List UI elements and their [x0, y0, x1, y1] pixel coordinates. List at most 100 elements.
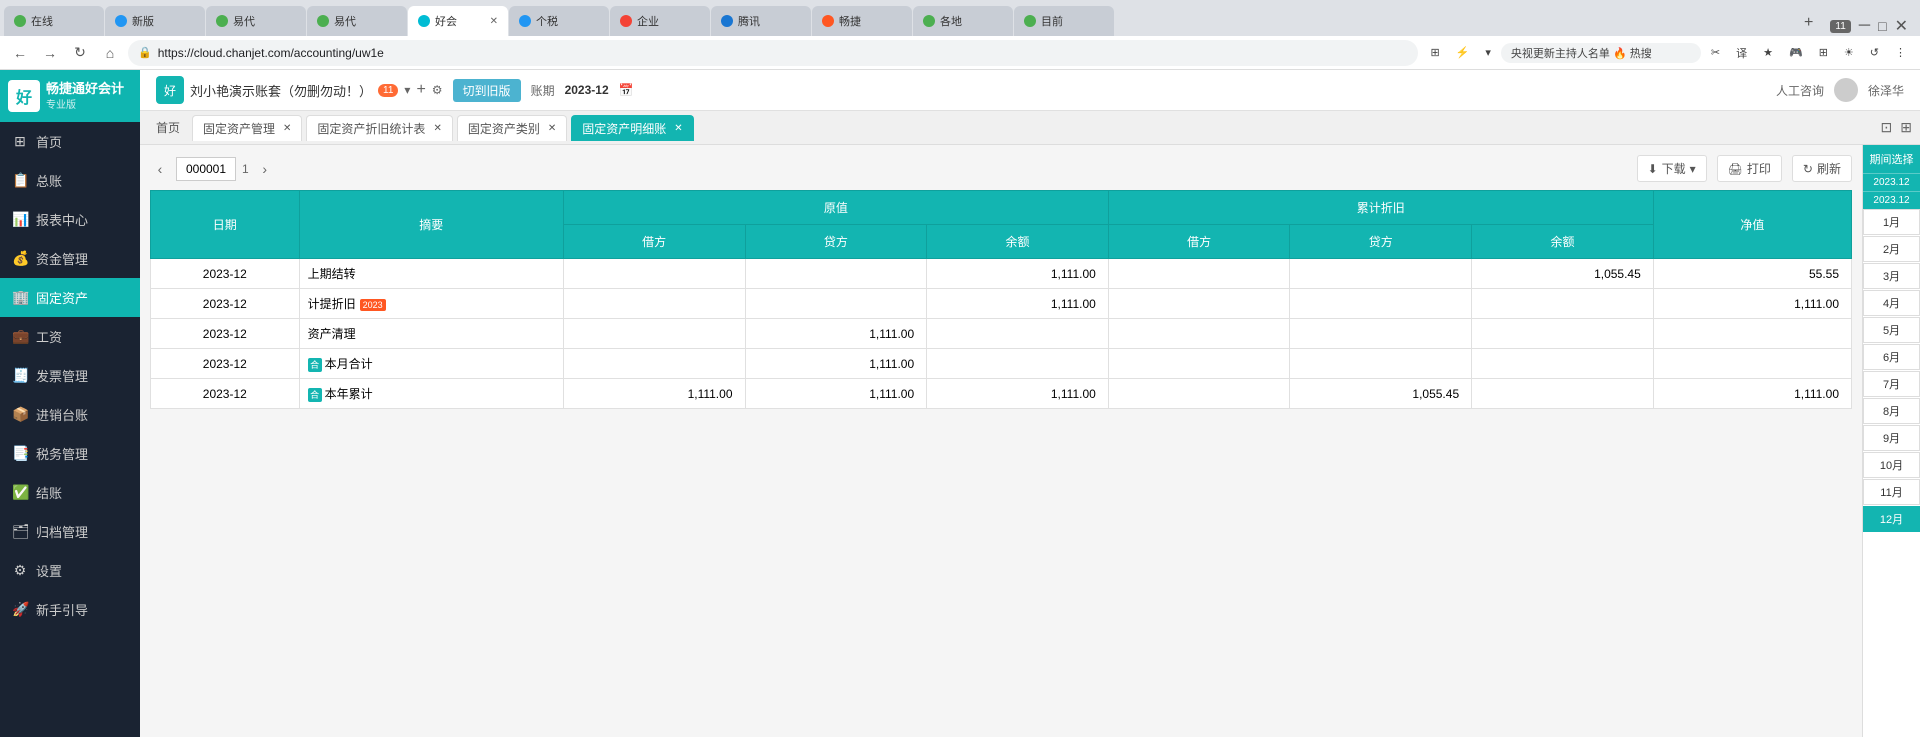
more-menu[interactable]: ⋮: [1889, 44, 1912, 61]
browser-tab-tab6[interactable]: 个税: [509, 6, 609, 36]
period-month-6月[interactable]: 6月: [1863, 344, 1920, 370]
tab-category-close[interactable]: ✕: [548, 123, 556, 134]
period-month-5月[interactable]: 5月: [1863, 317, 1920, 343]
prev-page-btn[interactable]: ‹: [150, 159, 170, 179]
tab-depreciation-stats[interactable]: 固定资产折旧统计表 ✕: [306, 115, 452, 141]
sidebar-item-home[interactable]: ⊞首页: [0, 122, 140, 161]
account-dropdown[interactable]: ▾: [404, 83, 410, 97]
period-month-12月[interactable]: 12月: [1863, 506, 1920, 532]
calendar-icon[interactable]: 📅: [619, 83, 634, 97]
tab-home[interactable]: 首页: [148, 115, 188, 140]
browser-tab-tab11[interactable]: 目前: [1014, 6, 1114, 36]
tab-asset-category[interactable]: 固定资产类别 ✕: [457, 115, 567, 141]
sidebar-icon-salary: 💼: [12, 328, 28, 345]
cut-icon[interactable]: ✂: [1705, 44, 1726, 61]
sidebar-item-general-ledger[interactable]: 📋总账: [0, 161, 140, 200]
tab-expand-btn[interactable]: ⊞: [1900, 119, 1912, 136]
sidebar-label-funds: 资金管理: [36, 249, 88, 268]
sidebar-item-settle[interactable]: ✅结账: [0, 473, 140, 512]
sidebar-icon-guide: 🚀: [12, 601, 28, 618]
tab-label: 易代: [334, 13, 356, 29]
sidebar-item-reports[interactable]: 📊报表中心: [0, 200, 140, 239]
period-month-10月[interactable]: 10月: [1863, 452, 1920, 478]
tab-ledger-close[interactable]: ✕: [674, 123, 682, 134]
tab-collapse-btn[interactable]: ⊡: [1881, 119, 1893, 136]
logo-sub: 专业版: [46, 96, 124, 111]
sidebar-item-archive[interactable]: 🗂归档管理: [0, 512, 140, 551]
sidebar-item-salary[interactable]: 💼工资: [0, 317, 140, 356]
sidebar-item-guide[interactable]: 🚀新手引导: [0, 590, 140, 629]
period-month-3月[interactable]: 3月: [1863, 263, 1920, 289]
new-tab-button[interactable]: +: [1796, 10, 1821, 36]
period-month-7月[interactable]: 7月: [1863, 371, 1920, 397]
tab-asset-ledger[interactable]: 固定资产明细账 ✕: [571, 115, 693, 141]
period-month-2月[interactable]: 2月: [1863, 236, 1920, 262]
refresh-btn[interactable]: ↻ 刷新: [1792, 155, 1852, 182]
tab-fixed-assets-close[interactable]: ✕: [283, 123, 291, 134]
browser-menu-icon[interactable]: ⊞: [1424, 44, 1445, 61]
tab-fixed-assets[interactable]: 固定资产管理 ✕: [192, 115, 302, 141]
logo-text: 畅捷通好会计: [46, 81, 124, 97]
dropdown-icon[interactable]: ▾: [1479, 44, 1497, 61]
star-icon[interactable]: ★: [1757, 44, 1779, 61]
sidebar-item-invoice[interactable]: 🧾发票管理: [0, 356, 140, 395]
period-month-8月[interactable]: 8月: [1863, 398, 1920, 424]
game-icon[interactable]: 🎮: [1783, 44, 1809, 61]
tab-depreciation-label: 固定资产折旧统计表: [317, 120, 425, 137]
browser-tab-tab8[interactable]: 腾讯: [711, 6, 811, 36]
history-icon[interactable]: ↺: [1864, 44, 1885, 61]
window-close[interactable]: ✕: [1895, 16, 1908, 36]
browser-tab-tab4[interactable]: 易代: [307, 6, 407, 36]
sidebar-item-funds[interactable]: 💰资金管理: [0, 239, 140, 278]
browser-tab-tab1[interactable]: 在线: [4, 6, 104, 36]
forward-button[interactable]: →: [38, 41, 62, 65]
period-month-4月[interactable]: 4月: [1863, 290, 1920, 316]
sidebar-item-stock[interactable]: 📦进销台账: [0, 395, 140, 434]
tab-label: 新版: [132, 13, 154, 29]
tab-depreciation-close[interactable]: ✕: [433, 123, 441, 134]
translate-icon[interactable]: 译: [1730, 43, 1753, 63]
sidebar-item-fixed-assets[interactable]: 🏢固定资产: [0, 278, 140, 317]
browser-tab-tab3[interactable]: 易代: [206, 6, 306, 36]
page-code-input[interactable]: [176, 157, 236, 181]
next-page-btn[interactable]: ›: [255, 159, 275, 179]
browser-tab-tab2[interactable]: 新版: [105, 6, 205, 36]
browser-tab-tab10[interactable]: 各地: [913, 6, 1013, 36]
browser-tab-tab7[interactable]: 企业: [610, 6, 710, 36]
tab-label: 在线: [31, 13, 53, 29]
header-original-value: 原值: [563, 191, 1108, 225]
period-label: 账期: [531, 82, 555, 99]
period-month-9月[interactable]: 9月: [1863, 425, 1920, 451]
add-account-btn[interactable]: +: [416, 81, 425, 99]
period-month-11月[interactable]: 11月: [1863, 479, 1920, 505]
accum-balance-cell: [1472, 349, 1654, 379]
grid-icon[interactable]: ⊞: [1813, 44, 1834, 61]
browser-tab-tab9[interactable]: 畅捷: [812, 6, 912, 36]
switch-version-btn[interactable]: 切到旧版: [453, 79, 521, 102]
home-button[interactable]: ⌂: [98, 41, 122, 65]
sidebar-item-settings[interactable]: ⚙设置: [0, 551, 140, 590]
logo-icon: 好: [8, 80, 40, 112]
tab-label: 好会: [435, 13, 457, 29]
orig-credit-cell: 1,111.00: [745, 319, 927, 349]
brightness-icon[interactable]: ☀: [1838, 44, 1860, 61]
service-link[interactable]: 人工咨询: [1776, 82, 1824, 99]
lightning-icon[interactable]: ⚡: [1450, 44, 1476, 61]
download-btn[interactable]: ⬇ 下载 ▾: [1637, 155, 1707, 182]
window-minimize[interactable]: ─: [1859, 17, 1870, 35]
search-btn[interactable]: 央视更新主持人名单 🔥 热搜: [1501, 43, 1701, 63]
tab-favicon: [822, 15, 834, 27]
reload-button[interactable]: ↻: [68, 41, 92, 65]
back-button[interactable]: ←: [8, 41, 32, 65]
print-btn[interactable]: 🖨 打印: [1717, 155, 1782, 182]
address-bar[interactable]: 🔒 https://cloud.chanjet.com/accounting/u…: [128, 40, 1418, 66]
browser-tab-tab5[interactable]: 好会 ✕: [408, 6, 508, 36]
download-dropdown[interactable]: ▾: [1690, 162, 1696, 176]
sidebar-label-home: 首页: [36, 132, 62, 151]
sidebar-item-tax[interactable]: 📑税务管理: [0, 434, 140, 473]
tab-close-btn[interactable]: ✕: [490, 16, 498, 27]
window-maximize[interactable]: □: [1878, 18, 1886, 34]
orig-debit-cell: [563, 259, 745, 289]
settings-icon[interactable]: ⚙: [432, 83, 443, 97]
period-month-1月[interactable]: 1月: [1863, 209, 1920, 235]
